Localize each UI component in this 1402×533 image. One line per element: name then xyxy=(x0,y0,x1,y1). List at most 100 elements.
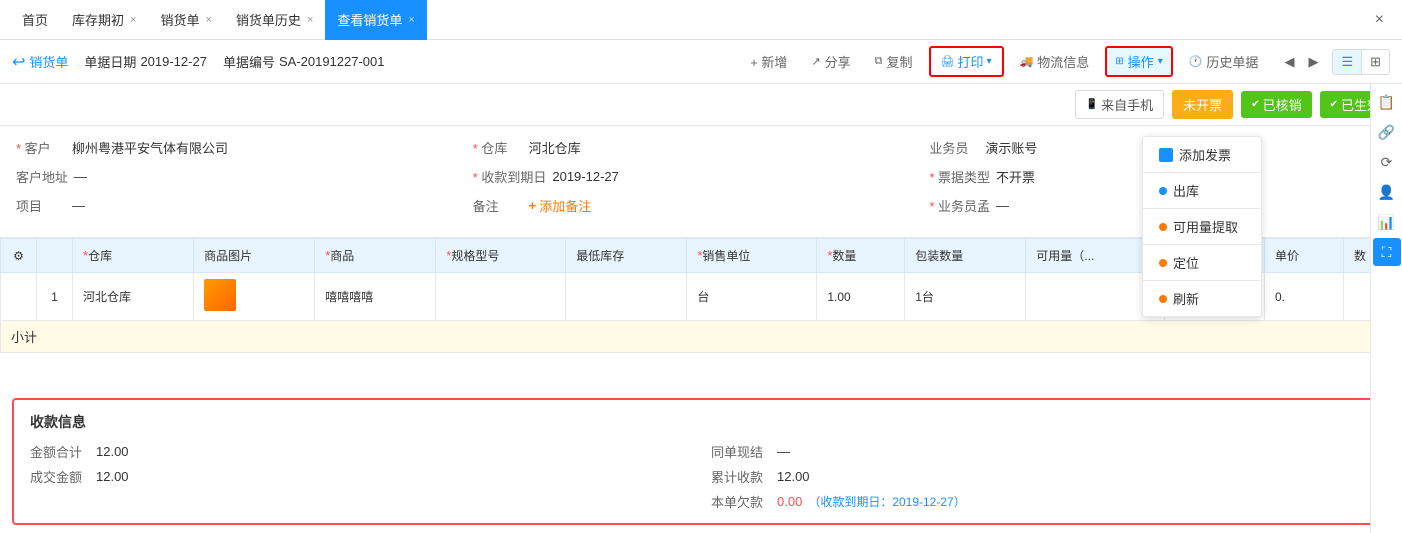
sidebar-icon-2[interactable]: 🔗 xyxy=(1373,118,1401,146)
new-button[interactable]: + 新增 xyxy=(742,48,795,75)
tab-bar: 首页 库存期初 × 销货单 × 销货单历史 × 查看销货单 × × xyxy=(0,0,1402,40)
row-pkg-quantity: 1台 xyxy=(905,273,1026,321)
project-value: — xyxy=(72,198,85,213)
th-warehouse: *仓库 xyxy=(73,239,194,273)
address-value: — xyxy=(74,169,87,184)
th-product: *商品 xyxy=(315,239,436,273)
row-product-img xyxy=(194,273,315,321)
row-sales-unit: 台 xyxy=(687,273,817,321)
deal-field: 成交金额 12.00 xyxy=(30,467,691,486)
row-min-stock xyxy=(566,273,687,321)
dropdown-locate[interactable]: 定位 xyxy=(1143,245,1261,280)
deal-value: 12.00 xyxy=(96,469,129,484)
tab-sales-history[interactable]: 销货单历史 × xyxy=(224,0,325,40)
dropdown-refresh[interactable]: 刷新 xyxy=(1143,281,1261,316)
tab-sales-label: 销货单 xyxy=(160,10,199,29)
row-unit-price: 0. xyxy=(1264,273,1343,321)
tab-inventory-close[interactable]: × xyxy=(130,14,136,26)
staff-label: 业务员 xyxy=(929,138,979,157)
tab-view-sales-close[interactable]: × xyxy=(408,14,414,26)
row-select[interactable] xyxy=(1,273,37,321)
tab-sales-close[interactable]: × xyxy=(205,14,211,26)
warehouse-value: 河北仓库 xyxy=(529,138,581,157)
from-phone-button[interactable]: 📱 来自手机 xyxy=(1075,90,1164,119)
due-field: 本单欠款 0.00 （收款到期日：2019-12-27） xyxy=(711,492,1372,511)
sidebar-icon-1[interactable]: 📋 xyxy=(1373,88,1401,116)
cumulative-value: 12.00 xyxy=(777,469,810,484)
note-label: 备注 xyxy=(473,196,523,215)
tab-home-label: 首页 xyxy=(22,10,48,29)
not-open-button[interactable]: 未开票 xyxy=(1172,90,1233,119)
tab-sales[interactable]: 销货单 × xyxy=(148,0,223,40)
prev-button[interactable]: ◀ xyxy=(1278,50,1300,74)
history-button[interactable]: 🕐 历史单据 xyxy=(1181,48,1267,75)
doc-type-badge: ↩ 销货单 xyxy=(12,52,68,72)
toolbar-row: 📱 来自手机 未开票 ✔ 已核销 ✔ 已生效 xyxy=(0,84,1402,126)
row-product: 嘻嘻嘻嘻 xyxy=(315,273,436,321)
th-unit-price: 单价 xyxy=(1264,239,1343,273)
copy-label: 复制 xyxy=(887,52,913,71)
customer-field: * 客户 柳州粤港平安气体有限公司 xyxy=(16,138,473,157)
outbound-icon xyxy=(1159,187,1167,195)
subtotal-text: 小计 xyxy=(11,330,37,345)
th-quantity: *数量 xyxy=(817,239,905,273)
refresh-icon xyxy=(1159,295,1167,303)
confirm-btn[interactable]: ✔ 已核销 xyxy=(1241,91,1311,118)
payment-info-grid: 金额合计 12.00 同单现结 — 成交金额 12.00 累计收款 12.00 … xyxy=(30,442,1372,511)
main-content: ↩ 销货单 单据日期 2019-12-27 单据编号 SA-20191227-0… xyxy=(0,40,1402,533)
copy-button[interactable]: ⧉ 复制 xyxy=(867,48,921,75)
th-min-stock: 最低库存 xyxy=(566,239,687,273)
logistics-button[interactable]: 🚚 物流信息 xyxy=(1012,48,1098,75)
warehouse-label: * 仓库 xyxy=(473,138,523,157)
locate-label: 定位 xyxy=(1173,253,1199,272)
doc-date-value: 2019-12-27 xyxy=(140,54,207,69)
not-open-label: 未开票 xyxy=(1183,95,1222,114)
dropdown-available[interactable]: 可用量提取 xyxy=(1143,209,1261,244)
row-spec xyxy=(436,273,566,321)
th-settings[interactable]: ⚙ xyxy=(1,239,37,273)
ticket-type-label: * 票据类型 xyxy=(929,167,990,186)
payment-date-label: * 收款到期日 xyxy=(473,167,547,186)
doc-date-label: 单据日期 xyxy=(84,52,136,71)
tab-sales-history-close[interactable]: × xyxy=(307,14,313,26)
next-button[interactable]: ▶ xyxy=(1302,50,1324,74)
doc-number-value: SA-20191227-001 xyxy=(279,54,385,69)
main-close-button[interactable]: × xyxy=(1367,11,1392,29)
payment-date-value: 2019-12-27 xyxy=(552,169,619,184)
th-pkg-quantity: 包装数量 xyxy=(905,239,1026,273)
operate-label: 操作 xyxy=(1128,52,1154,71)
share-button[interactable]: ↗ 分享 xyxy=(803,48,858,75)
payment-date-field: * 收款到期日 2019-12-27 xyxy=(473,167,930,186)
from-phone-label: 来自手机 xyxy=(1101,95,1153,114)
sidebar-icon-5[interactable]: 📊 xyxy=(1373,208,1401,236)
logistics-label: 物流信息 xyxy=(1037,52,1089,71)
add-invoice-icon xyxy=(1159,148,1173,162)
refresh-label: 刷新 xyxy=(1173,289,1199,308)
note-field: 备注 + 添加备注 xyxy=(473,196,930,215)
sidebar-icon-3[interactable]: ⟳ xyxy=(1373,148,1401,176)
sidebar-icon-6[interactable]: ⛶ xyxy=(1373,238,1401,266)
payment-info-panel: 收款信息 金额合计 12.00 同单现结 — 成交金额 12.00 累计收款 1… xyxy=(12,398,1390,525)
operate-button[interactable]: ⊞ 操作 ▾ xyxy=(1105,46,1172,77)
locate-icon xyxy=(1159,259,1167,267)
list-view-button[interactable]: ☰ xyxy=(1333,50,1362,74)
dropdown-add-invoice[interactable]: 添加发票 xyxy=(1143,137,1261,172)
project-field: 项目 — xyxy=(16,196,473,215)
address-field: 客户地址 — xyxy=(16,167,473,186)
print-button[interactable]: 🖨 打印 ▾ xyxy=(929,46,1004,77)
due-note: （收款到期日：2019-12-27） xyxy=(808,493,965,510)
due-label: 本单欠款 xyxy=(711,492,771,511)
tab-home[interactable]: 首页 xyxy=(10,0,60,40)
add-note-button[interactable]: + 添加备注 xyxy=(529,196,592,215)
settlement-value: — xyxy=(777,444,790,459)
tab-inventory-label: 库存期初 xyxy=(72,10,124,29)
tab-view-sales[interactable]: 查看销货单 × xyxy=(325,0,426,40)
tab-inventory[interactable]: 库存期初 × xyxy=(60,0,148,40)
row-warehouse: 河北仓库 xyxy=(73,273,194,321)
dropdown-outbound[interactable]: 出库 xyxy=(1143,173,1261,208)
grid-view-button[interactable]: ⊞ xyxy=(1362,50,1389,74)
settlement-label: 同单现结 xyxy=(711,442,771,461)
available-icon xyxy=(1159,223,1167,231)
sidebar-icon-4[interactable]: 👤 xyxy=(1373,178,1401,206)
new-label: + 新增 xyxy=(750,52,787,71)
